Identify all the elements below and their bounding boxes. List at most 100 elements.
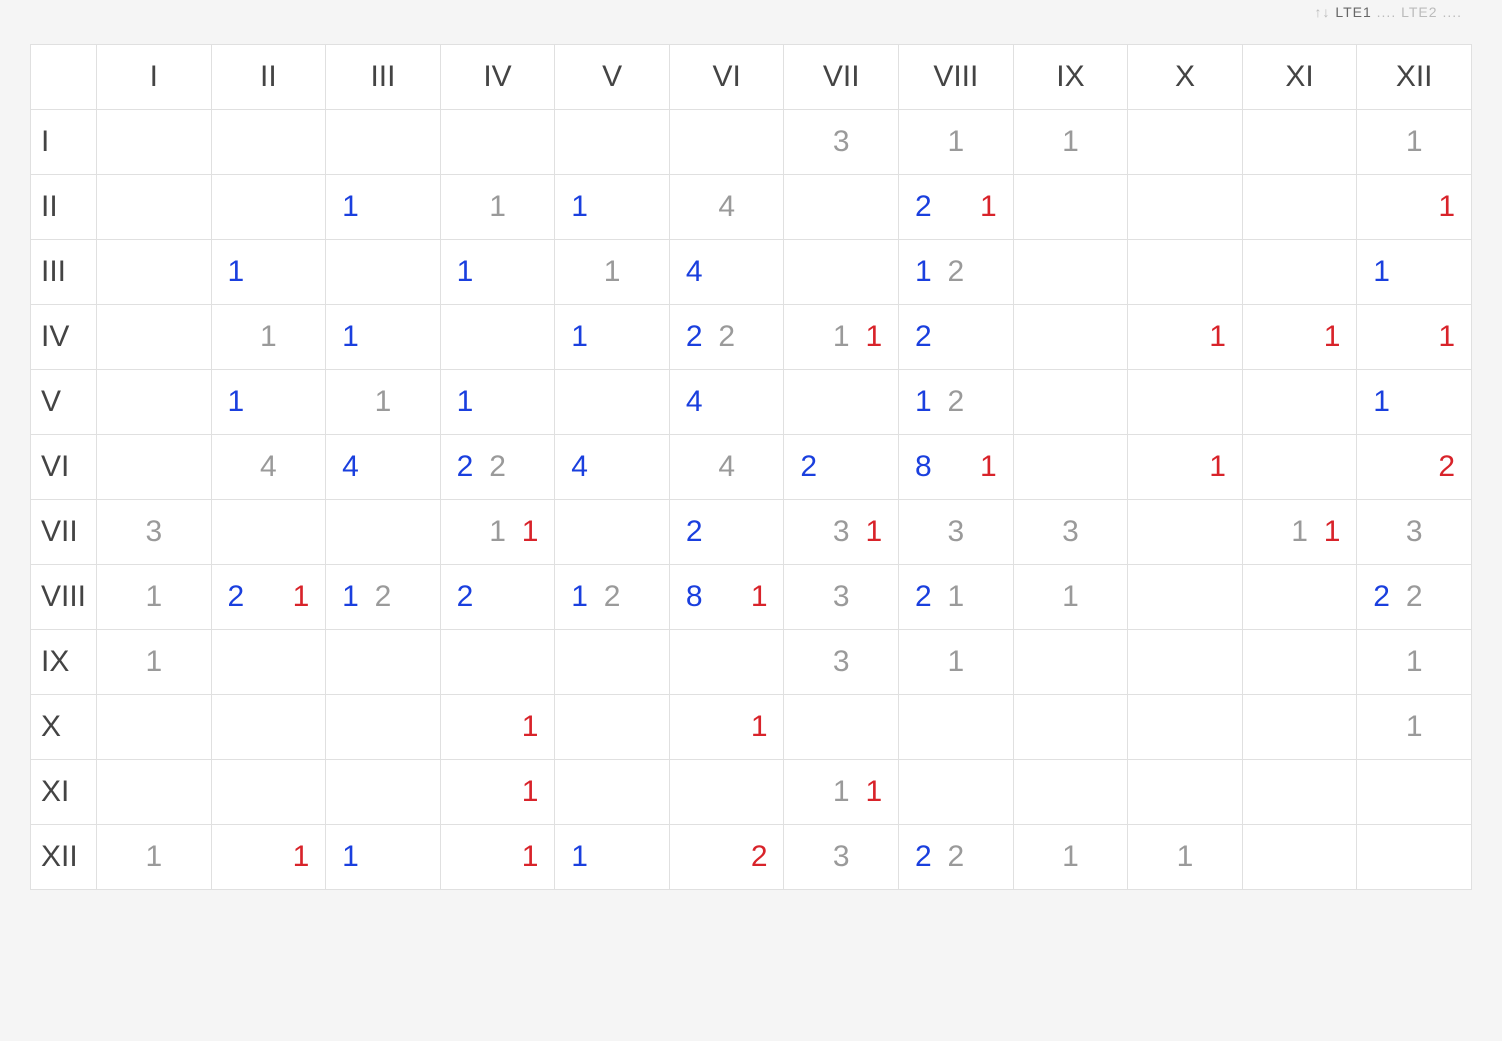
cell-empty-slot [449,775,482,809]
cell-empty-slot [1398,255,1431,289]
matrix-cell [1128,370,1243,435]
matrix-cell: 22 [669,305,784,370]
table-row: VIII 1 2 112 2 12 8 1 3 21 1 22 [31,565,1472,630]
cell-empty-slot [1398,385,1431,419]
matrix-cell: 1 [1242,305,1357,370]
cell-empty-slot [1022,385,1055,419]
matrix-cell: 3 [784,825,899,890]
cell-empty-slot [596,385,629,419]
matrix-cell: 1 [440,240,555,305]
cell-empty-slot [678,775,711,809]
cell-empty-slot [367,255,400,289]
cell-value-g: 3 [825,515,858,549]
cell-empty-slot [1022,320,1055,354]
cell-empty-slot [1087,775,1120,809]
cell-empty-slot [825,255,858,289]
cell-empty-slot [628,840,661,874]
matrix-cell [555,110,670,175]
cell-empty-slot [514,450,547,484]
matrix-cell: 11 [440,500,555,565]
cell-empty-slot [105,255,138,289]
matrix-cell: 8 1 [669,565,784,630]
cell-empty-slot [1022,450,1055,484]
cell-value-b: 1 [563,840,596,874]
cell-value-b: 1 [334,840,367,874]
cell-empty-slot [1201,840,1234,874]
cell-empty-slot [481,255,514,289]
matrix-cell [784,370,899,435]
cell-empty-slot [1022,190,1055,224]
cell-empty-slot [940,710,973,744]
cell-empty-slot [481,125,514,159]
cell-empty-slot [481,645,514,679]
cell-empty-slot [1169,645,1202,679]
cell-empty-slot [1430,710,1463,744]
cell-value-g: 3 [825,125,858,159]
cell-empty-slot [1398,450,1431,484]
cell-empty-slot [449,515,482,549]
matrix-cell: 4 [326,435,441,500]
matrix-cell: 1 [440,760,555,825]
signal-dots-2: .... [1442,4,1462,20]
matrix-cell [97,175,212,240]
cell-empty-slot [710,775,743,809]
col-header: I [97,45,212,110]
matrix-cell: 12 [326,565,441,630]
matrix-cell: 1 [211,240,326,305]
cell-empty-slot [972,840,1005,874]
col-header: V [555,45,670,110]
cell-empty-slot [1087,125,1120,159]
cell-empty-slot [1136,190,1169,224]
matrix-cell [1242,240,1357,305]
cell-empty-slot [1022,710,1055,744]
matrix-cell [97,760,212,825]
cell-value-g: 1 [1398,645,1431,679]
matrix-cell [899,760,1014,825]
cell-empty-slot [285,710,318,744]
cell-empty-slot [514,580,547,614]
cell-empty-slot [710,255,743,289]
matrix-cell: 1 [1357,175,1472,240]
cell-empty-slot [170,580,203,614]
cell-empty-slot [628,255,661,289]
cell-empty-slot [367,775,400,809]
matrix-cell [440,630,555,695]
cell-empty-slot [514,125,547,159]
cell-value-b: 8 [678,580,711,614]
matrix-cell: 3 [784,110,899,175]
cell-empty-slot [285,190,318,224]
cell-empty-slot [563,385,596,419]
cell-empty-slot [563,515,596,549]
cell-empty-slot [138,125,171,159]
matrix-cell [784,240,899,305]
cell-empty-slot [628,450,661,484]
cell-value-r: 1 [1430,190,1463,224]
matrix-cell: 4 [669,175,784,240]
cell-empty-slot [1251,515,1284,549]
matrix-cell: 22 [440,435,555,500]
cell-value-b: 1 [220,385,253,419]
col-header: X [1128,45,1243,110]
matrix-cell: 1 [1128,435,1243,500]
cell-empty-slot [1201,125,1234,159]
matrix-cell: 2 [669,825,784,890]
cell-empty-slot [743,385,776,419]
cell-empty-slot [1201,385,1234,419]
cell-empty-slot [1136,840,1169,874]
cell-empty-slot [334,125,367,159]
cell-empty-slot [1201,190,1234,224]
cell-empty-slot [252,580,285,614]
cell-empty-slot [170,515,203,549]
cell-empty-slot [1398,320,1431,354]
cell-empty-slot [1251,125,1284,159]
matrix-cell: 12 [899,370,1014,435]
cell-empty-slot [972,255,1005,289]
cell-empty-slot [678,645,711,679]
table-row: VII 3 11 2 31 3 3 11 3 [31,500,1472,565]
signal-dots-1: .... [1377,4,1397,20]
cell-empty-slot [367,125,400,159]
matrix-cell: 1 [1013,110,1128,175]
cell-empty-slot [743,515,776,549]
cell-empty-slot [252,645,285,679]
cell-empty-slot [399,840,432,874]
